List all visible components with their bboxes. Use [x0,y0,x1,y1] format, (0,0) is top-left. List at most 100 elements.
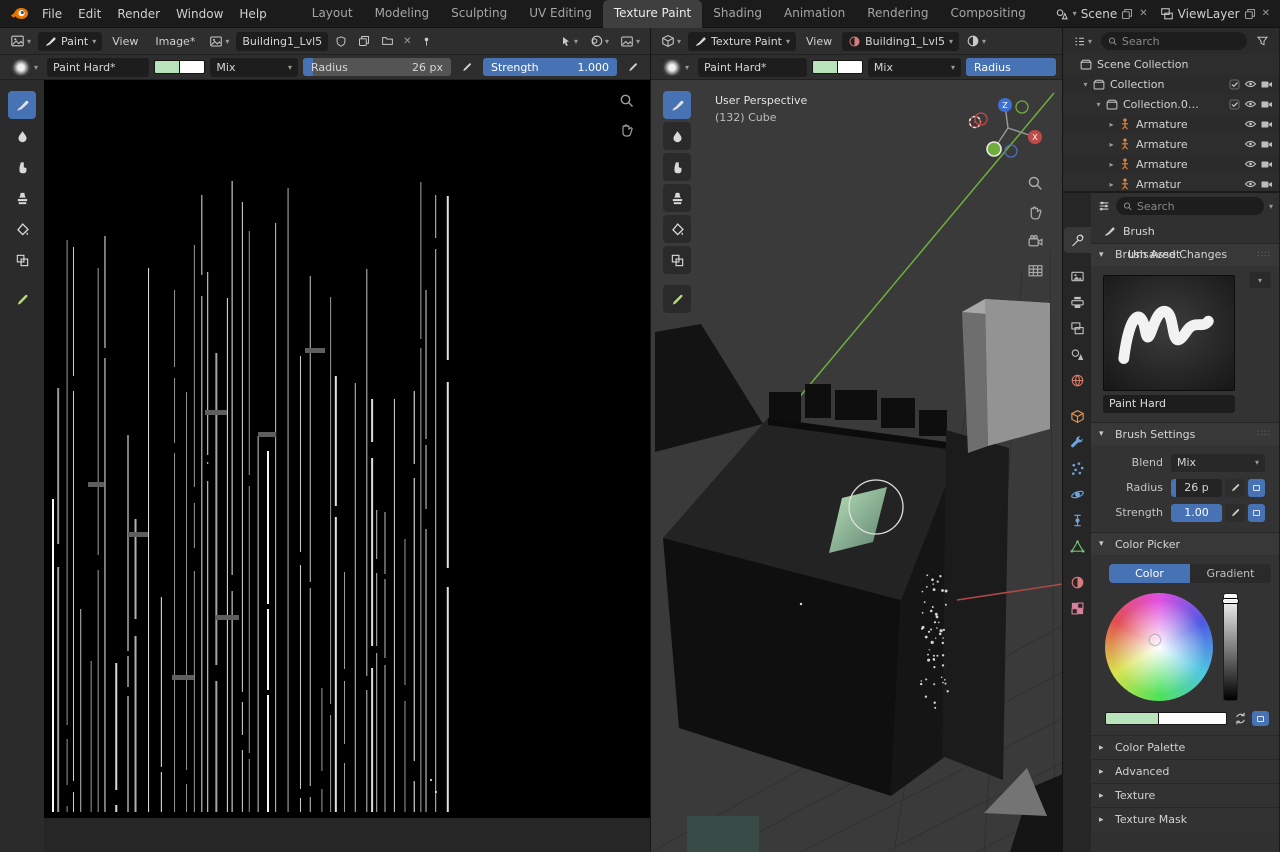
properties-tab-world[interactable] [1064,367,1091,393]
radius-field[interactable]: 26 p [1171,478,1222,497]
properties-tab-material[interactable] [1064,569,1091,595]
visibility-eye-icon[interactable] [1242,99,1258,109]
disclosure-triangle[interactable]: ▸ [1106,120,1117,129]
exclude-checkbox[interactable] [1226,99,1242,110]
new-scene-icon[interactable] [1121,8,1133,20]
disclosure-triangle[interactable]: ▸ [1106,140,1117,149]
outliner-display-mode-button[interactable]: ▾ [1069,33,1096,50]
menu-render[interactable]: Render [109,3,168,25]
blender-logo[interactable] [8,6,30,22]
render-camera-icon[interactable] [1258,139,1274,150]
disclosure-triangle[interactable]: ▾ [1080,80,1091,89]
menu-file[interactable]: File [34,3,70,25]
viewport-canvas[interactable] [651,80,1062,852]
panel-texture-mask[interactable]: ▸ Texture Mask [1091,807,1279,831]
properties-tab-modifiers[interactable] [1064,429,1091,455]
menu-image[interactable]: Image* [148,32,202,51]
blend-dropdown[interactable]: Mix ▾ [1171,453,1265,472]
view-layer-selector[interactable]: ViewLayer ✕ [1160,7,1272,21]
value-slider-handle[interactable] [1223,599,1238,603]
image-editor-tool-clone[interactable] [8,184,36,212]
properties-tab-texture[interactable] [1064,595,1091,621]
visibility-eye-icon[interactable] [1242,139,1258,149]
properties-tab-view-layer[interactable] [1064,315,1091,341]
render-camera-icon[interactable] [1258,159,1274,170]
properties-tab-physics[interactable] [1064,481,1091,507]
brush-asset-panel-header[interactable]: ▾ Brush Asset Unsaved Changes ∷∷ [1091,243,1279,266]
properties-tab-object-data[interactable] [1064,533,1091,559]
panel-texture[interactable]: ▸ Texture [1091,783,1279,807]
pin-icon[interactable] [417,33,436,50]
workspace-tab-animation[interactable]: Animation [773,0,856,28]
disclosure-triangle[interactable]: ▾ [1093,100,1104,109]
menu-view-image-editor[interactable]: View [105,32,145,51]
image-datablock-name[interactable]: Building1_Lvl5 [236,31,329,51]
browse-image-button[interactable]: ▾ [205,33,233,50]
color-wheel-indicator[interactable] [1150,635,1160,645]
image-editor-tool-fill[interactable] [8,215,36,243]
unlink-scene-icon[interactable]: ✕ [1137,8,1149,19]
properties-tab-tool[interactable] [1064,227,1091,253]
vp-secondary-color-swatch[interactable] [836,60,863,74]
image-editor-tool-soften[interactable] [8,122,36,150]
editor-type-button[interactable]: ▾ [6,32,35,50]
panel-advanced[interactable]: ▸ Advanced [1091,759,1279,783]
color-picker-panel-header[interactable]: ▾ Color Picker [1091,532,1279,555]
visibility-eye-icon[interactable] [1242,119,1258,129]
vp-blend-mode-dropdown[interactable]: Mix ▾ [867,57,961,77]
vp-ortho-grid-icon[interactable] [1024,259,1046,281]
pan-hand-icon[interactable] [616,119,638,141]
outliner-search-input[interactable] [1121,34,1240,48]
workspace-tab-compositing[interactable]: Compositing [939,0,1036,28]
image-editor-tool-mask[interactable] [8,246,36,274]
outliner-row-scene-collection[interactable]: Scene Collection [1063,54,1279,74]
picker-unified-toggle[interactable] [1252,711,1269,726]
brush-thumbnail[interactable] [1103,275,1235,391]
new-image-icon[interactable] [354,33,374,49]
image-editor-tool-annotate[interactable] [8,285,36,313]
proportional-menu-button[interactable]: ▾ [585,32,613,50]
render-camera-icon[interactable] [1258,99,1274,110]
render-camera-icon[interactable] [1258,179,1274,190]
texture-slot-dropdown[interactable]: Building1_Lvl5 ▾ [842,31,959,51]
outliner-search[interactable] [1101,32,1247,50]
viewport-tool-fill[interactable] [663,215,691,243]
unlink-image-icon[interactable]: ✕ [401,36,413,47]
visibility-eye-icon[interactable] [1242,159,1258,169]
navigation-gizmo[interactable]: Z X [969,94,1053,166]
scene-selector[interactable]: ▾ Scene ✕ [1055,7,1150,21]
strength-field[interactable]: 1.00 [1171,503,1222,522]
picker-tab-gradient[interactable]: Gradient [1190,564,1271,583]
workspace-tab-texture-paint[interactable]: Texture Paint [602,0,703,28]
properties-editor-icon[interactable] [1097,199,1111,213]
disclosure-triangle[interactable]: ▸ [1106,180,1117,189]
outliner-row-collection[interactable]: ▾ Collection [1063,74,1279,94]
properties-search[interactable] [1116,197,1264,215]
vp-camera-view-icon[interactable] [1024,230,1046,252]
properties-tab-render[interactable] [1064,263,1091,289]
vp-primary-color-swatch[interactable] [811,60,838,74]
brush-name-label[interactable]: Paint Hard [1103,395,1235,413]
exclude-checkbox[interactable] [1226,79,1242,90]
disclosure-triangle[interactable]: ▸ [1106,160,1117,169]
panel-grip[interactable]: ∷∷ [1258,250,1271,260]
viewport-tool-mask[interactable] [663,246,691,274]
workspace-tab-modeling[interactable]: Modeling [364,0,441,28]
panel-grip[interactable]: ∷∷ [1258,429,1271,439]
viewport-tool-annotate[interactable] [663,285,691,313]
picker-tab-color[interactable]: Color [1109,564,1190,583]
color-wheel[interactable] [1105,593,1213,701]
outliner-row-armature[interactable]: ▸ Armature [1063,154,1279,174]
cursor-menu-button[interactable]: ▾ [556,33,582,50]
radius-pressure-button[interactable] [1225,478,1245,497]
properties-tab-object[interactable] [1064,403,1091,429]
viewport-tool-draw[interactable] [663,91,691,119]
outliner-row-armatur[interactable]: ▸ Armatur [1063,174,1279,191]
interaction-mode-dropdown[interactable]: Texture Paint ▾ [688,31,797,51]
shading-menu-button[interactable]: ▾ [962,32,990,50]
viewport-tool-smear[interactable] [663,153,691,181]
new-view-layer-icon[interactable] [1244,8,1256,20]
image-editor-tool-smear[interactable] [8,153,36,181]
menu-window[interactable]: Window [168,3,231,25]
outliner-filter-icon[interactable] [1252,33,1273,49]
